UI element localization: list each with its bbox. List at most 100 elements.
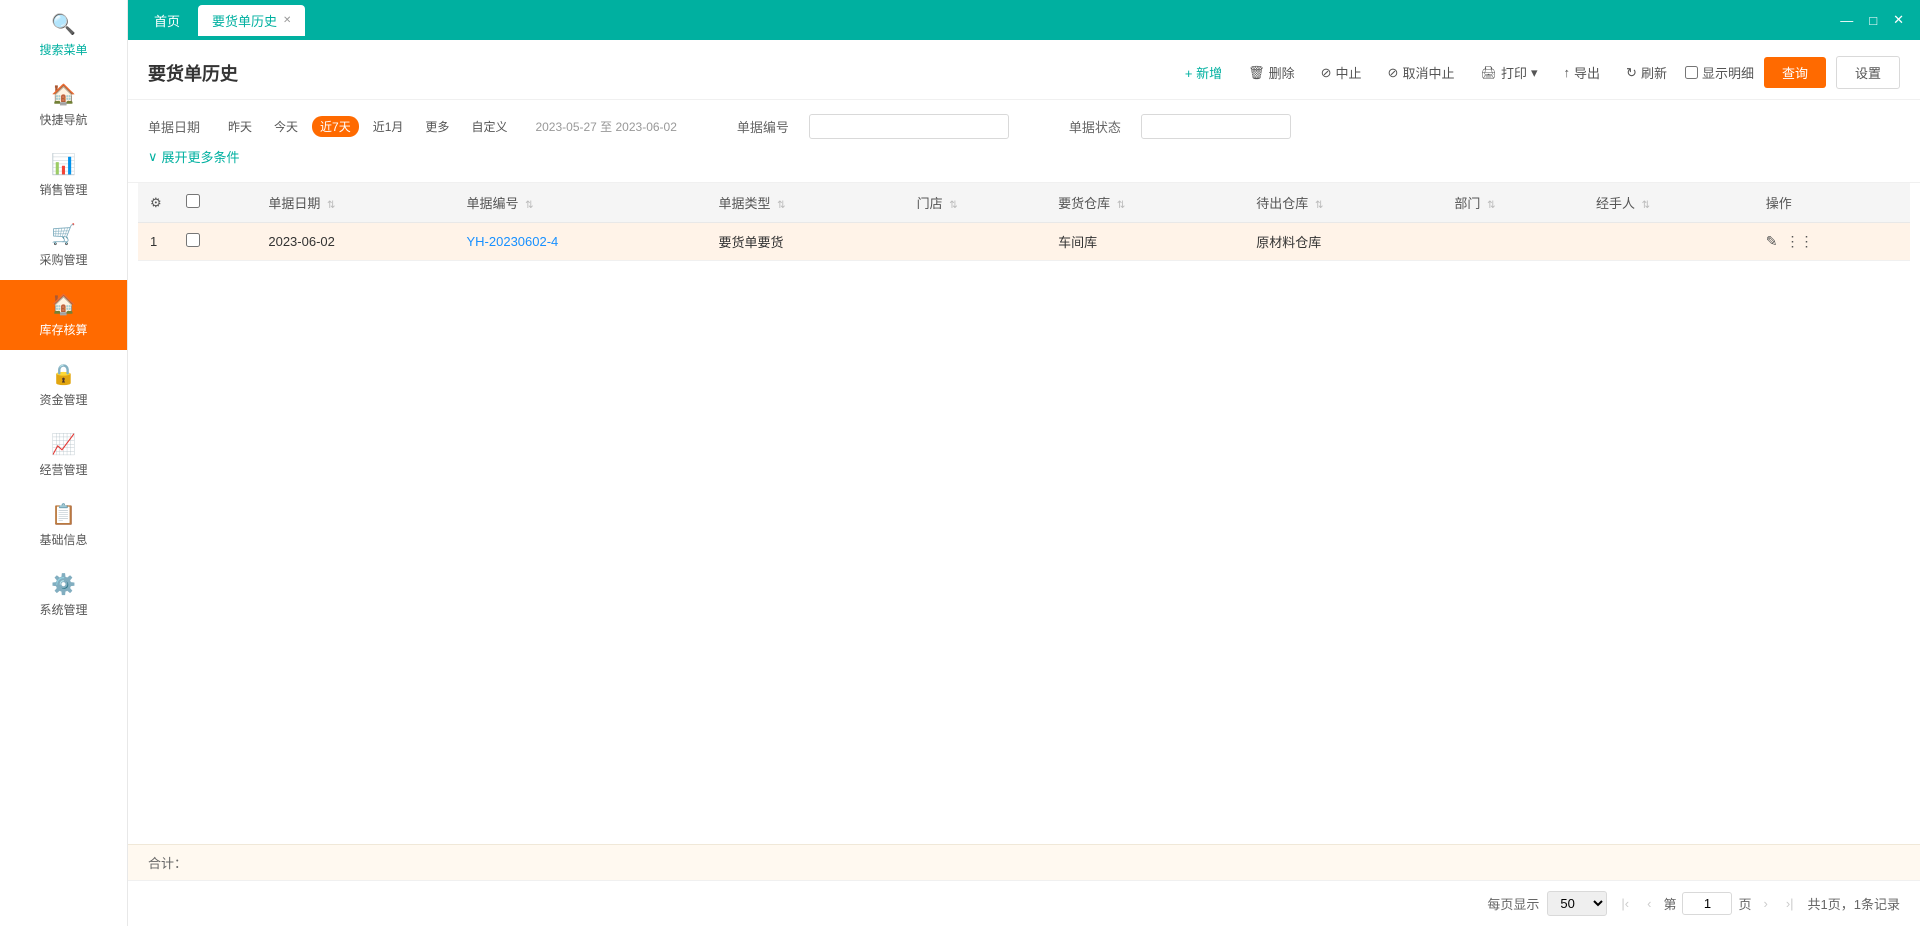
date-btn-custom[interactable]: 自定义: [463, 116, 515, 137]
row-edit-button[interactable]: ✎: [1766, 233, 1778, 250]
table-header-row: ⚙ 单据日期 ⇅ 单据编号 ⇅ 单据类型 ⇅: [138, 183, 1910, 223]
operation-icon: 📈: [51, 432, 76, 457]
stop-label: 中止: [1336, 63, 1362, 82]
tab-home[interactable]: 首页: [140, 5, 194, 36]
tab-home-label: 首页: [154, 11, 180, 30]
row-doc-number[interactable]: YH-20230602-4: [454, 223, 706, 261]
select-all-checkbox[interactable]: [186, 194, 200, 208]
filter-row-1: 单据日期 昨天 今天 近7天 近1月 更多 自定义 2023-05-27 至 2…: [148, 114, 1900, 139]
cancel-stop-button[interactable]: ⊘ 取消中止: [1380, 59, 1463, 86]
table-row[interactable]: 1 2023-06-02 YH-20230602-4 要货单要货 车间库 原材料…: [138, 223, 1910, 261]
page-navigation: |‹ ‹ 第 页 › ›|: [1615, 892, 1799, 915]
sidebar-item-operation[interactable]: 📈 经营管理: [0, 420, 127, 490]
doc-number-link[interactable]: YH-20230602-4: [466, 234, 558, 249]
topbar-controls: — □ ✕: [1836, 8, 1908, 32]
maximize-button[interactable]: □: [1865, 9, 1881, 32]
sidebar-search[interactable]: 🔍 搜索菜单: [0, 0, 127, 70]
sidebar-item-finance[interactable]: 🔒 资金管理: [0, 350, 127, 420]
sidebar-item-label: 库存核算: [39, 321, 87, 338]
th-doc-type[interactable]: 单据类型 ⇅: [707, 183, 905, 223]
col-doc-date-label: 单据日期: [268, 196, 320, 211]
print-button[interactable]: 🖨 打印 ▾: [1472, 59, 1545, 86]
refresh-button[interactable]: ↻ 刷新: [1618, 59, 1675, 86]
filter-row-2: ∨ 展开更多条件: [148, 147, 1900, 166]
page-size-select[interactable]: 50 10 20 100: [1547, 891, 1607, 916]
sort-icon-doc-type: ⇅: [777, 200, 785, 211]
basic-icon: 📋: [51, 502, 76, 527]
stop-button[interactable]: ⊘ 中止: [1313, 59, 1370, 86]
display-detail-label: 显示明细: [1702, 63, 1754, 82]
date-btn-more[interactable]: 更多: [417, 116, 457, 137]
page-number-input[interactable]: [1682, 892, 1732, 915]
home-icon: 🏠: [51, 82, 76, 107]
delete-label: 删除: [1269, 63, 1295, 82]
close-button[interactable]: ✕: [1889, 8, 1908, 32]
prev-page-button[interactable]: ‹: [1641, 894, 1657, 913]
th-handler[interactable]: 经手人 ⇅: [1584, 183, 1754, 223]
expand-conditions-button[interactable]: ∨ 展开更多条件: [148, 147, 240, 166]
sort-icon-store: ⇅: [949, 200, 957, 211]
status-select[interactable]: [1141, 114, 1291, 139]
sort-icon-doc-date: ⇅: [327, 200, 335, 211]
row-department: [1442, 223, 1584, 261]
sidebar-item-basic[interactable]: 📋 基础信息: [0, 490, 127, 560]
date-btn-7days[interactable]: 近7天: [312, 116, 359, 137]
sidebar-item-inventory[interactable]: 🏠 库存核算: [0, 280, 127, 350]
th-req-warehouse[interactable]: 要货仓库 ⇅: [1046, 183, 1244, 223]
sidebar-item-purchase[interactable]: 🛒 采购管理: [0, 210, 127, 280]
refresh-label: 刷新: [1641, 63, 1667, 82]
cancel-stop-icon: ⊘: [1388, 65, 1399, 81]
query-button[interactable]: 查询: [1764, 57, 1826, 88]
row-detail-button[interactable]: ⋮⋮: [1786, 233, 1814, 250]
sidebar-item-label: 销售管理: [39, 181, 87, 198]
doc-number-label: 单据编号: [737, 117, 789, 136]
page-title: 要货单历史: [148, 60, 238, 86]
row-checkbox[interactable]: [174, 223, 257, 261]
th-store[interactable]: 门店 ⇅: [905, 183, 1047, 223]
display-detail-input[interactable]: [1685, 66, 1698, 79]
tab-requisition-history[interactable]: 要货单历史 ✕: [198, 5, 305, 36]
date-filter-label: 单据日期: [148, 117, 200, 136]
export-button[interactable]: ↑ 导出: [1556, 59, 1609, 86]
tab-close-icon[interactable]: ✕: [283, 15, 291, 26]
settings-button[interactable]: 设置: [1836, 56, 1900, 89]
sidebar-item-label: 资金管理: [39, 391, 87, 408]
minimize-button[interactable]: —: [1836, 9, 1857, 32]
print-dropdown-icon: ▾: [1531, 65, 1538, 81]
page-size-label: 每页显示: [1487, 894, 1539, 913]
sidebar-item-sales[interactable]: 📊 销售管理: [0, 140, 127, 210]
date-btn-1month[interactable]: 近1月: [365, 116, 412, 137]
sidebar-item-quick-nav[interactable]: 🏠 快捷导航: [0, 70, 127, 140]
system-icon: ⚙️: [51, 572, 76, 597]
data-table: ⚙ 单据日期 ⇅ 单据编号 ⇅ 单据类型 ⇅: [138, 183, 1910, 261]
row-pending-warehouse: 原材料仓库: [1244, 223, 1442, 261]
next-page-button[interactable]: ›: [1757, 894, 1773, 913]
th-pending-warehouse[interactable]: 待出仓库 ⇅: [1244, 183, 1442, 223]
main-area: 首页 要货单历史 ✕ — □ ✕ 要货单历史 + 新增 🗑 删除: [128, 0, 1920, 926]
date-btn-yesterday[interactable]: 昨天: [220, 116, 260, 137]
doc-number-input[interactable]: [809, 114, 1009, 139]
refresh-icon: ↻: [1626, 65, 1637, 81]
purchase-icon: 🛒: [51, 222, 76, 247]
sidebar-item-system[interactable]: ⚙️ 系统管理: [0, 560, 127, 630]
sales-icon: 📊: [51, 152, 76, 177]
last-page-button[interactable]: ›|: [1780, 894, 1800, 913]
sidebar-item-label: 基础信息: [39, 531, 87, 548]
th-settings: ⚙: [138, 183, 174, 223]
delete-button[interactable]: 🗑 删除: [1240, 59, 1303, 86]
th-doc-number[interactable]: 单据编号 ⇅: [454, 183, 706, 223]
th-department[interactable]: 部门 ⇅: [1442, 183, 1584, 223]
toolbar: + 新增 🗑 删除 ⊘ 中止 ⊘ 取消中止 🖨 打印 ▾: [1177, 56, 1900, 89]
sidebar: 🔍 搜索菜单 🏠 快捷导航 📊 销售管理 🛒 采购管理 🏠 库存核算 🔒 资金管…: [0, 0, 128, 926]
display-detail-checkbox[interactable]: 显示明细: [1685, 63, 1754, 82]
table-footer: 合计：: [128, 844, 1920, 880]
first-page-button[interactable]: |‹: [1615, 894, 1635, 913]
sidebar-item-label: 经营管理: [39, 461, 87, 478]
col-req-warehouse-label: 要货仓库: [1058, 196, 1110, 211]
th-checkbox: [174, 183, 257, 223]
new-button[interactable]: + 新增: [1177, 59, 1230, 86]
date-btn-today[interactable]: 今天: [266, 116, 306, 137]
finance-icon: 🔒: [51, 362, 76, 387]
row-select-checkbox[interactable]: [186, 233, 200, 247]
th-doc-date[interactable]: 单据日期 ⇅: [256, 183, 454, 223]
